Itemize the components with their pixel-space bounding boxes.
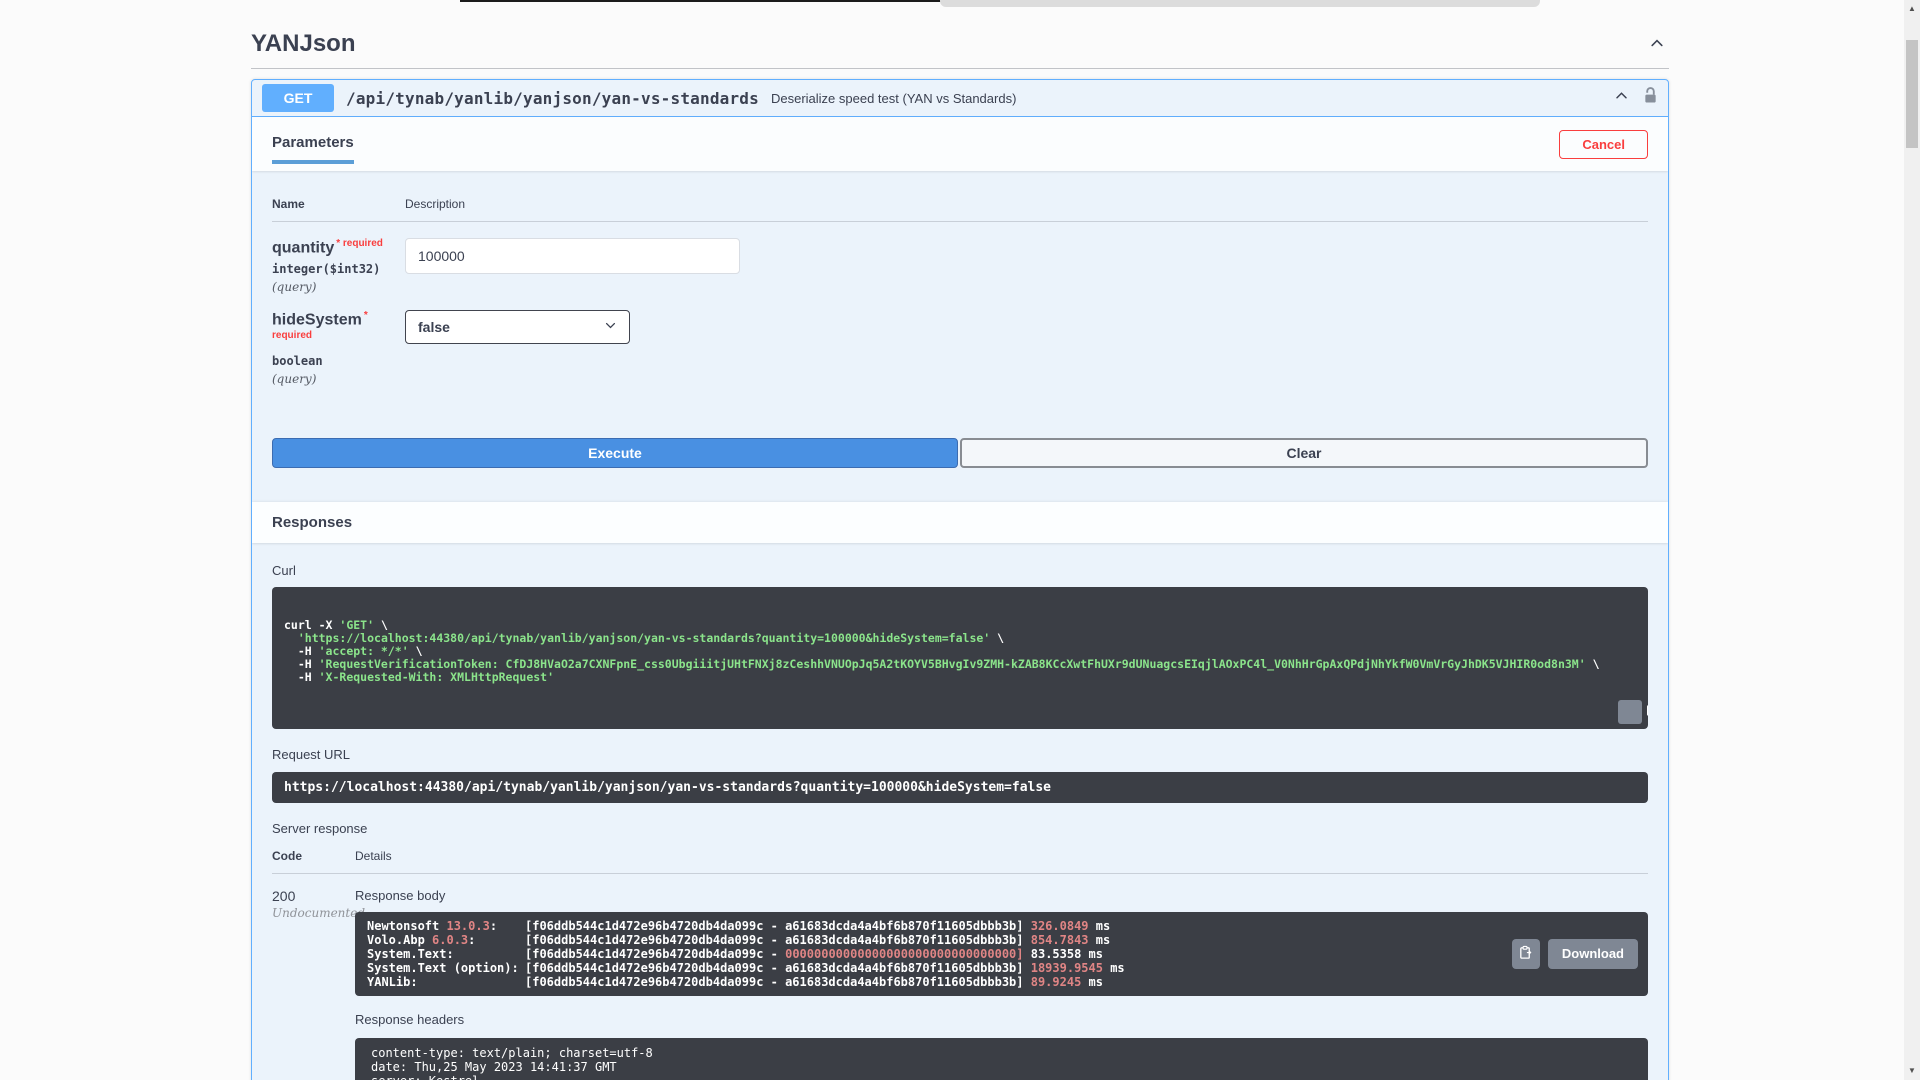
clipboard-icon xyxy=(1601,688,1648,729)
response-headers-block: content-type: text/plain; charset=utf-8d… xyxy=(355,1038,1648,1080)
tab-parameters[interactable]: Parameters xyxy=(272,134,354,164)
scrollbar-down-arrow[interactable]: ▼ xyxy=(1904,1064,1920,1078)
scrollbar-up-arrow[interactable]: ▲ xyxy=(1904,2,1920,16)
cancel-button[interactable]: Cancel xyxy=(1559,130,1648,159)
section-collapse-button[interactable] xyxy=(1645,31,1669,58)
scrollbar[interactable]: ▲ ▼ xyxy=(1904,0,1920,1080)
execute-button[interactable]: Execute xyxy=(272,438,958,468)
curl-command-text: curl -X 'GET' \ 'https://localhost:44380… xyxy=(284,619,1636,684)
endpoint-description: Deserialize speed test (YAN vs Standards… xyxy=(771,91,1614,106)
param-row-hidesystem: hideSystem* required boolean (query) fal… xyxy=(272,294,1648,386)
params-description-header: Description xyxy=(405,197,1648,211)
status-undocumented-note: Undocumented xyxy=(272,906,355,920)
param-location: (query) xyxy=(272,372,405,386)
request-url-value: https://localhost:44380/api/tynab/yanlib… xyxy=(272,772,1648,803)
page-title: YANJson xyxy=(251,30,355,58)
download-button[interactable]: Download xyxy=(1548,939,1638,969)
swagger-wrapper: YANJson GET /api/tynab/yanlib/yanjson/ya… xyxy=(251,0,1669,1080)
active-tab-underline xyxy=(272,160,354,164)
response-body-block: Newtonsoft 13.0.3:[f06ddb544c1d472e96b47… xyxy=(355,912,1648,996)
operation-summary[interactable]: GET /api/tynab/yanlib/yanjson/yan-vs-sta… xyxy=(252,80,1668,117)
param-row-quantity: quantity* required integer($int32) (quer… xyxy=(272,222,1648,294)
param-type: boolean xyxy=(272,354,405,368)
params-name-header: Name xyxy=(272,197,405,211)
scrollbar-thumb[interactable] xyxy=(1906,40,1918,148)
quantity-input[interactable] xyxy=(405,238,740,274)
param-location: (query) xyxy=(272,280,405,294)
param-type: integer($int32) xyxy=(272,262,405,276)
window-top-tab-artifact xyxy=(940,0,1540,7)
responses-section-header: Responses xyxy=(252,502,1668,543)
clipboard-icon xyxy=(1518,945,1533,963)
request-url-label: Request URL xyxy=(272,747,1648,762)
response-body-label: Response body xyxy=(355,888,1648,903)
tab-parameters-label: Parameters xyxy=(272,134,354,151)
curl-command-block: curl -X 'GET' \ 'https://localhost:44380… xyxy=(272,587,1648,729)
server-response-details-header: Details xyxy=(355,849,392,863)
server-response-code-header: Code xyxy=(272,849,355,863)
method-badge: GET xyxy=(262,84,334,112)
collapse-operation-icon[interactable] xyxy=(1614,88,1629,108)
tab-header-row: Parameters Cancel xyxy=(252,117,1668,171)
window-top-edge xyxy=(460,0,1020,2)
endpoint-path: /api/tynab/yanlib/yanjson/yan-vs-standar… xyxy=(346,89,759,108)
responses-section-body: Curl curl -X 'GET' \ 'https://localhost:… xyxy=(252,543,1668,1080)
hidesystem-select[interactable]: false xyxy=(405,310,630,344)
response-body-text: Newtonsoft 13.0.3:[f06ddb544c1d472e96b47… xyxy=(367,919,1636,989)
server-response-row: 200 Undocumented Response body Newtonsof… xyxy=(272,874,1648,1080)
unlocked-padlock-icon[interactable] xyxy=(1643,86,1658,110)
chevron-up-icon xyxy=(1649,39,1665,54)
opblock-get: GET /api/tynab/yanlib/yanjson/yan-vs-sta… xyxy=(251,79,1669,1080)
hidesystem-select-value: false xyxy=(418,319,450,335)
curl-label: Curl xyxy=(272,563,1648,578)
copy-curl-button[interactable] xyxy=(1618,700,1642,724)
clear-button[interactable]: Clear xyxy=(960,438,1648,468)
parameters-section: Name Description quantity* required inte… xyxy=(252,171,1668,502)
chevron-down-icon xyxy=(604,319,617,335)
copy-response-button[interactable] xyxy=(1512,939,1540,969)
server-response-label: Server response xyxy=(272,821,1648,836)
param-name: hideSystem xyxy=(272,312,362,329)
param-name: quantity xyxy=(272,239,334,256)
response-headers-label: Response headers xyxy=(355,1012,1648,1027)
param-required-label: * required xyxy=(336,238,383,249)
status-code: 200 xyxy=(272,888,355,904)
